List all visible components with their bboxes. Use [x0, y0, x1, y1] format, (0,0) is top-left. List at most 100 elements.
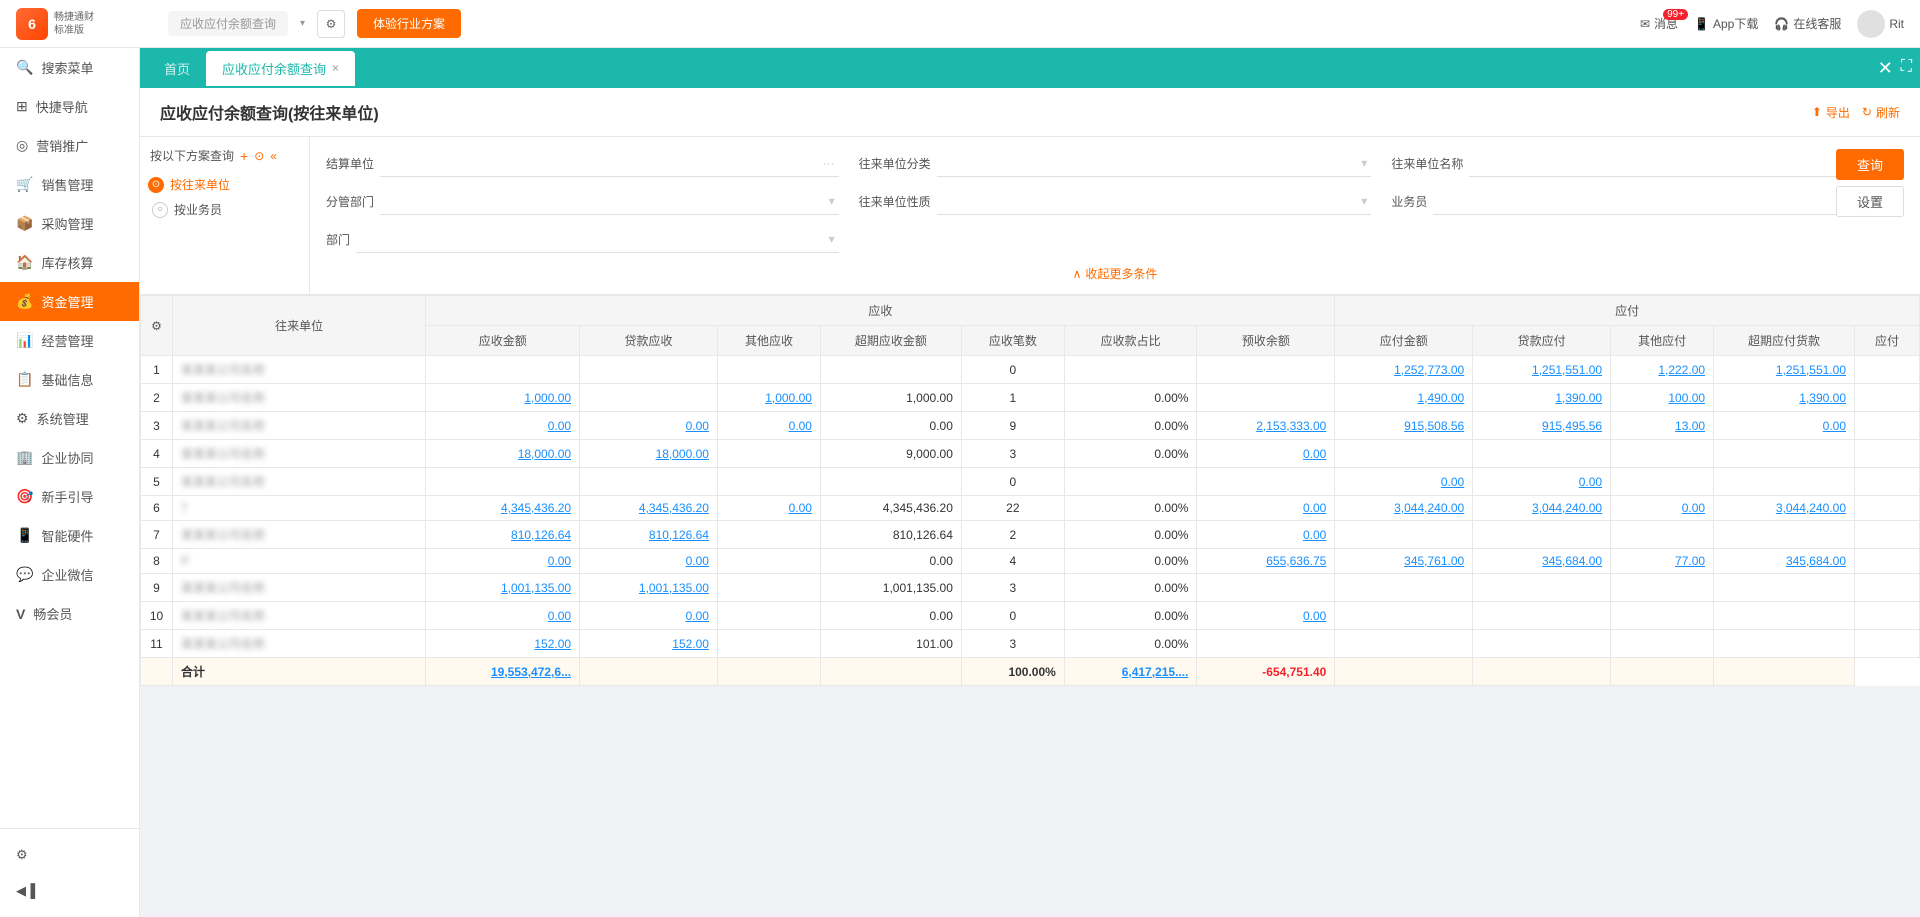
total-ar[interactable]: 19,553,472,6... — [426, 658, 580, 686]
dots-icon: ··· — [823, 156, 835, 170]
dept-label: 部门 — [326, 231, 350, 248]
total-empty2 — [580, 658, 718, 686]
table-row: 10某某某公司名称0.000.000.0000.00%0.00 — [141, 602, 1920, 630]
sidebar-item-purchase[interactable]: 📦 采购管理 — [0, 204, 139, 243]
sidebar-item-label: 搜索菜单 — [41, 58, 93, 77]
jiesuan-input[interactable]: ··· — [380, 149, 839, 177]
refresh-icon: ↻ — [1862, 105, 1872, 119]
sidebar-item-label: 基础信息 — [41, 370, 93, 389]
collapse-icon: ∧ — [1073, 267, 1082, 281]
solution-button[interactable]: 体验行业方案 — [357, 9, 461, 38]
phone-icon: 📱 — [1694, 17, 1709, 31]
title-actions: ⬆ 导出 ↻ 刷新 — [1812, 104, 1900, 121]
col-ar-ratio: 应收款占比 — [1064, 326, 1197, 356]
sidebar-item-vip[interactable]: V 畅会员 — [0, 594, 139, 633]
sidebar-item-marketing[interactable]: ◎ 营销推广 — [0, 126, 139, 165]
messages-button[interactable]: ✉ 消息 99+ — [1640, 15, 1678, 32]
filter-row-1: 结算单位 ··· 往来单位分类 ▾ 往来单位名称 — [326, 149, 1904, 253]
target-icon[interactable]: ⊙ — [254, 149, 264, 163]
page-content: 应收应付余额查询(按往来单位) ⬆ 导出 ↻ 刷新 按以下方案查询 + ⊙ — [140, 88, 1920, 686]
sidebar-item-label: 经营管理 — [41, 331, 93, 350]
wanglai-nature-input[interactable]: ▾ — [937, 187, 1372, 215]
wanglai-cat-input[interactable]: ▾ — [937, 149, 1372, 177]
sidebar-item-label: 智能硬件 — [41, 526, 93, 545]
filter-wanglai-name: 往来单位名称 — [1391, 149, 1904, 177]
vip-icon: V — [16, 606, 25, 622]
header-gear-button[interactable]: ⚙ — [317, 10, 345, 38]
close-window-icon[interactable]: ✕ — [1878, 58, 1893, 79]
wanglai-name-cell: P — [173, 549, 426, 574]
sidebar-item-quick-nav[interactable]: ⊞ 快捷导航 — [0, 87, 139, 126]
scheme-panel: 按以下方案查询 + ⊙ « ⊙ 按往来单位 ○ 按业务员 — [140, 137, 310, 294]
page-title: 应收应付余额查询(按往来单位) — [160, 100, 379, 124]
sidebar-item-label: 快捷导航 — [36, 97, 88, 116]
sidebar-item-finance[interactable]: 💰 资金管理 — [0, 282, 139, 321]
salesman-input[interactable]: ··· — [1433, 187, 1904, 215]
table-row: 674,345,436.204,345,436.200.004,345,436.… — [141, 496, 1920, 521]
filter-wanglai-nature: 往来单位性质 ▾ — [859, 187, 1372, 215]
sidebar-item-label: 资金管理 — [41, 292, 93, 311]
headset-icon: 🎧 — [1774, 17, 1789, 31]
main-content: 首页 应收应付余额查询 × ✕ ⛶ 应收应付余额查询(按往来单位) ⬆ 导出 ↻… — [140, 48, 1920, 917]
breadcrumb: 应收应付余额查询 — [168, 11, 288, 36]
add-scheme-button[interactable]: + — [240, 148, 248, 164]
export-button[interactable]: ⬆ 导出 — [1812, 104, 1850, 121]
query-button[interactable]: 查询 — [1836, 149, 1904, 180]
tab-close-icon[interactable]: × — [332, 61, 339, 75]
wanglai-name-cell: 某某某公司名称 — [173, 356, 426, 384]
sidebar-item-inventory[interactable]: 🏠 库存核算 — [0, 243, 139, 282]
scheme-item-by-salesman[interactable]: ○ 按业务员 — [140, 197, 309, 222]
wanglai-name-cell: 某某某公司名称 — [173, 630, 426, 658]
filter-dept: 部门 ▾ — [326, 225, 839, 253]
sidebar-item-label: 采购管理 — [41, 214, 93, 233]
fenguan-input[interactable]: ▾ — [380, 187, 839, 215]
settings-button[interactable]: 设置 — [1836, 186, 1904, 217]
sidebar-item-basic[interactable]: 📋 基础信息 — [0, 360, 139, 399]
filter-jiesuan: 结算单位 ··· — [326, 149, 839, 177]
sidebar-item-sales[interactable]: 🛒 销售管理 — [0, 165, 139, 204]
collapse-button[interactable]: ∧ 收起更多条件 — [1073, 265, 1158, 282]
total-empty6 — [1473, 658, 1611, 686]
sidebar-item-guide[interactable]: 🎯 新手引导 — [0, 477, 139, 516]
service-button[interactable]: 🎧 在线客服 — [1774, 15, 1841, 32]
total-empty — [141, 658, 173, 686]
filter-wanglai-cat: 往来单位分类 ▾ — [859, 149, 1372, 177]
total-empty4 — [820, 658, 961, 686]
action-buttons: 查询 设置 — [1836, 149, 1904, 217]
sidebar-collapse-button[interactable]: ◀▐ — [0, 873, 139, 909]
maximize-icon[interactable]: ⛶ — [1901, 58, 1912, 79]
collapse-icon: ◀▐ — [16, 883, 35, 899]
warehouse-icon: 🏠 — [16, 254, 33, 271]
sidebar-item-wechat[interactable]: 💬 企业微信 — [0, 555, 139, 594]
col-pre-received: 预收余额 — [1197, 326, 1335, 356]
sidebar-item-search-menu[interactable]: 🔍 搜索菜单 — [0, 48, 139, 87]
sidebar-bottom: ⚙ ◀▐ — [0, 828, 139, 917]
jiesuan-label: 结算单位 — [326, 155, 374, 172]
breadcrumb-chevron-icon[interactable]: ▾ — [300, 18, 305, 29]
sidebar-item-system[interactable]: ⚙ 系统管理 — [0, 399, 139, 438]
table-row: 4某某某公司名称18,000.0018,000.009,000.0030.00%… — [141, 440, 1920, 468]
refresh-button[interactable]: ↻ 刷新 — [1862, 104, 1900, 121]
sidebar-item-hardware[interactable]: 📱 智能硬件 — [0, 516, 139, 555]
dept-input[interactable]: ▾ — [356, 225, 839, 253]
total-pre[interactable]: 6,417,215.... — [1064, 658, 1197, 686]
salesman-label: 业务员 — [1391, 193, 1427, 210]
app-download-button[interactable]: 📱 App下载 — [1694, 15, 1758, 32]
sidebar-settings-button[interactable]: ⚙ — [0, 837, 139, 873]
col-ap-amount: 应付金额 — [1335, 326, 1473, 356]
tab-home[interactable]: 首页 — [148, 51, 206, 86]
scheme-item-by-unit[interactable]: ⊙ 按往来单位 — [140, 172, 309, 197]
tab-ar-ap-query[interactable]: 应收应付余额查询 × — [206, 51, 355, 86]
expand-schemes-icon[interactable]: « — [270, 149, 277, 163]
wanglai-cat-label: 往来单位分类 — [859, 155, 931, 172]
table-settings-col[interactable]: ⚙ — [141, 296, 173, 356]
chevron-down3-icon: ▾ — [1361, 194, 1367, 208]
top-header: 6 畅捷通财 标准版 应收应付余额查询 ▾ ⚙ 体验行业方案 ✉ 消息 99+ … — [0, 0, 1920, 48]
wanglai-name-cell: 某某某公司名称 — [173, 384, 426, 412]
logo-icon: 6 — [16, 8, 48, 40]
sidebar-item-enterprise[interactable]: 🏢 企业协同 — [0, 438, 139, 477]
user-menu[interactable]: Rit — [1857, 10, 1904, 38]
wanglai-name-cell: 某某某公司名称 — [173, 468, 426, 496]
sidebar-item-operations[interactable]: 📊 经营管理 — [0, 321, 139, 360]
chevron-down-icon: ▾ — [1361, 156, 1367, 170]
